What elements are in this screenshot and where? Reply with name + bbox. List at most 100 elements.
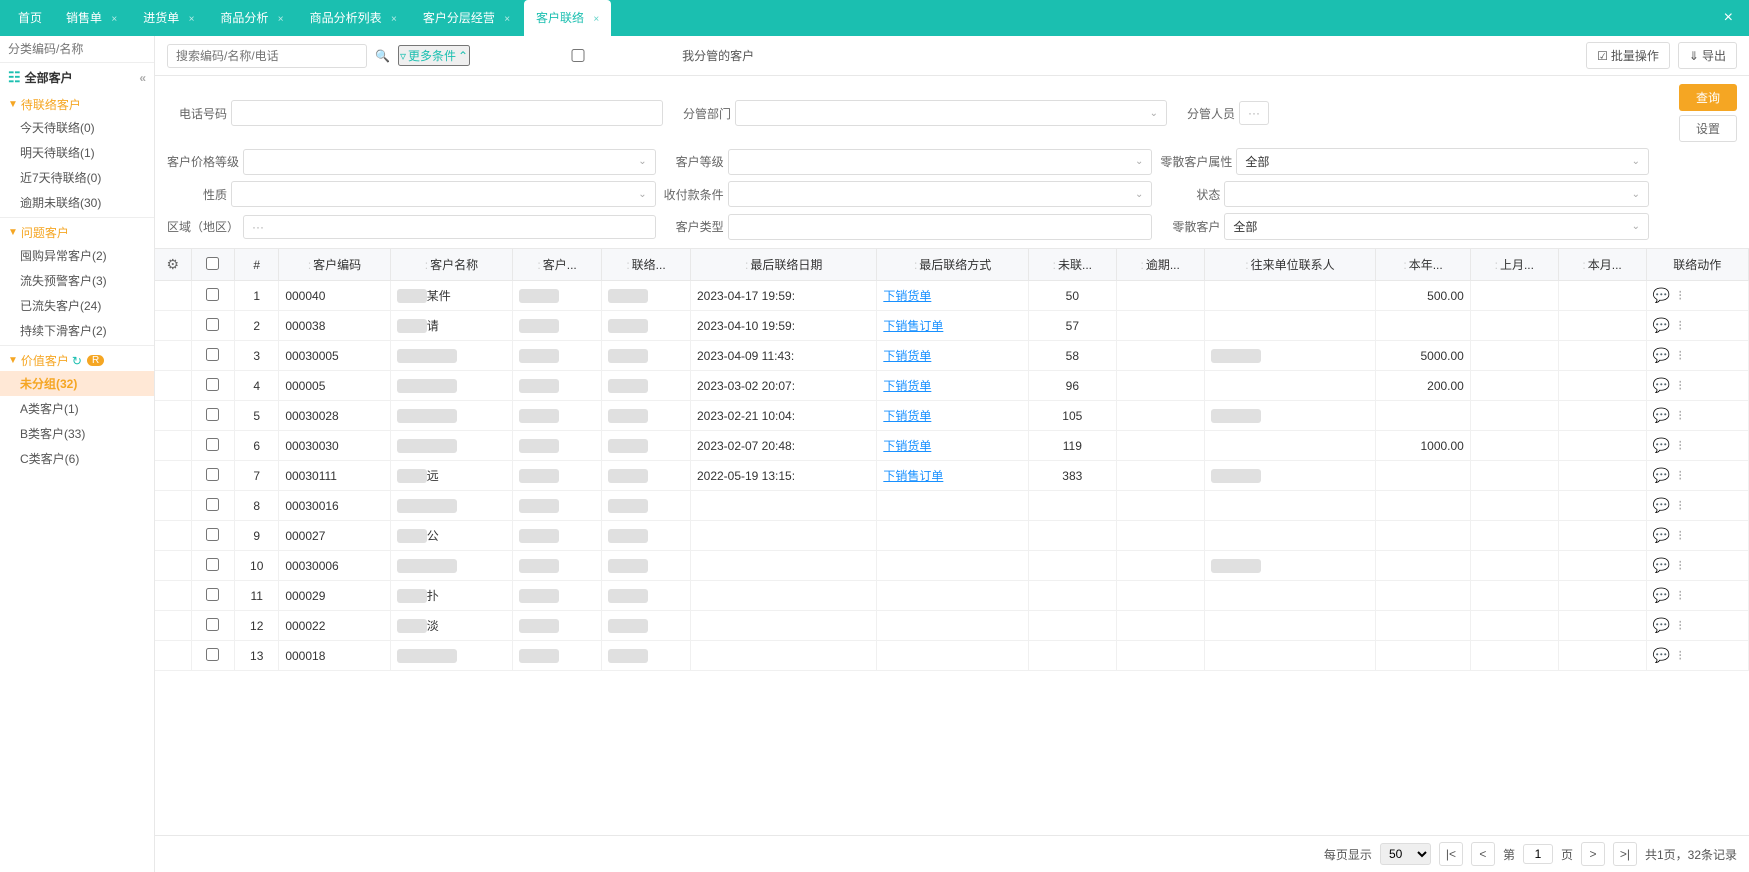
last-way-link[interactable]: 下销货单 <box>883 349 931 363</box>
contact-icon[interactable]: 💬 <box>1653 497 1670 514</box>
contact-icon[interactable]: 💬 <box>1653 377 1670 394</box>
section-problem-customers[interactable]: ▼ 问题客户 <box>0 220 154 243</box>
section-value-customers[interactable]: ▼ 价值客户 ↻ R <box>0 348 154 371</box>
customer-type-input[interactable] <box>728 214 1153 240</box>
export-button[interactable]: ⇓ 导出 <box>1678 42 1737 69</box>
sidebar-item-7days[interactable]: 近7天待联络(0) <box>0 165 154 190</box>
nav-tab-analysis[interactable]: 商品分析 × <box>208 0 295 36</box>
next-page-btn[interactable]: > <box>1581 842 1605 866</box>
manager-dots-btn[interactable]: ··· <box>1239 101 1269 125</box>
global-close-icon[interactable]: × <box>1716 9 1741 27</box>
contact-icon[interactable]: 💬 <box>1653 557 1670 574</box>
batch-op-button[interactable]: ☑ 批量操作 <box>1586 42 1670 69</box>
last-way-link[interactable]: 下销货单 <box>883 409 931 423</box>
row-checkbox[interactable] <box>206 498 219 511</box>
refresh-icon[interactable]: ↻ <box>72 354 82 368</box>
row-checkbox[interactable] <box>206 558 219 571</box>
more-icon[interactable]: ⁝ <box>1678 287 1682 304</box>
nav-tab-customer-seg[interactable]: 客户分层经营 × <box>411 0 522 36</box>
filter-search-icon[interactable]: 🔍 <box>375 49 390 63</box>
close-analysis-icon[interactable]: × <box>278 14 284 25</box>
last-way-link[interactable]: 下销售订单 <box>883 469 943 483</box>
sidebar-item-abnormal[interactable]: 囤购异常客户(2) <box>0 243 154 268</box>
nature-select[interactable]: ⌄ <box>231 181 656 207</box>
payment-select[interactable]: ⌄ <box>728 181 1153 207</box>
my-customers-checkbox-label[interactable]: 我分管的客户 <box>478 47 754 64</box>
area-dots-btn[interactable]: ··· <box>243 215 656 239</box>
sidebar-item-overdue[interactable]: 逾期未联络(30) <box>0 190 154 215</box>
row-checkbox[interactable] <box>206 408 219 421</box>
row-checkbox[interactable] <box>206 618 219 631</box>
contact-icon[interactable]: 💬 <box>1653 647 1670 664</box>
sidebar-item-class-c[interactable]: C类客户(6) <box>0 446 154 471</box>
scattered-attr-select[interactable]: 全部 ⌄ <box>1236 148 1649 175</box>
contact-icon[interactable]: 💬 <box>1653 467 1670 484</box>
all-customers-header[interactable]: ☷ 全部客户 « <box>0 63 154 92</box>
section-pending-contact[interactable]: ▼ 待联络客户 <box>0 92 154 115</box>
phone-input[interactable] <box>231 100 663 126</box>
last-way-link[interactable]: 下销货单 <box>883 289 931 303</box>
more-icon[interactable]: ⁝ <box>1678 377 1682 394</box>
sidebar-item-class-b[interactable]: B类客户(33) <box>0 421 154 446</box>
prev-page-btn[interactable]: < <box>1471 842 1495 866</box>
page-size-select[interactable]: 50 100 200 <box>1380 843 1431 865</box>
row-checkbox[interactable] <box>206 288 219 301</box>
search-input[interactable] <box>167 44 367 68</box>
nav-tab-purchase[interactable]: 进货单 × <box>131 0 206 36</box>
sidebar-item-churned[interactable]: 已流失客户(24) <box>0 293 154 318</box>
close-purchase-icon[interactable]: × <box>189 14 195 25</box>
sidebar-item-class-a[interactable]: A类客户(1) <box>0 396 154 421</box>
more-icon[interactable]: ⁝ <box>1678 317 1682 334</box>
contact-icon[interactable]: 💬 <box>1653 287 1670 304</box>
row-checkbox[interactable] <box>206 588 219 601</box>
close-customer-contact-icon[interactable]: × <box>593 14 599 25</box>
scattered-customer-select[interactable]: 全部 ⌄ <box>1224 213 1649 240</box>
first-page-btn[interactable]: |< <box>1439 842 1463 866</box>
close-customer-seg-icon[interactable]: × <box>504 14 510 25</box>
contact-icon[interactable]: 💬 <box>1653 587 1670 604</box>
sidebar-item-ungroup[interactable]: 未分组(32) <box>0 371 154 396</box>
collapse-icon[interactable]: « <box>139 71 146 85</box>
sidebar-item-today[interactable]: 今天待联络(0) <box>0 115 154 140</box>
more-icon[interactable]: ⁝ <box>1678 407 1682 424</box>
status-select[interactable]: ⌄ <box>1224 181 1649 207</box>
nav-tab-analysis-list[interactable]: 商品分析列表 × <box>298 0 409 36</box>
contact-icon[interactable]: 💬 <box>1653 317 1670 334</box>
contact-icon[interactable]: 💬 <box>1653 527 1670 544</box>
row-checkbox[interactable] <box>206 648 219 661</box>
more-icon[interactable]: ⁝ <box>1678 437 1682 454</box>
nav-tab-sales[interactable]: 销售单 × <box>54 0 129 36</box>
contact-icon[interactable]: 💬 <box>1653 347 1670 364</box>
more-icon[interactable]: ⁝ <box>1678 557 1682 574</box>
sidebar-search-input[interactable] <box>8 42 155 56</box>
close-analysis-list-icon[interactable]: × <box>391 14 397 25</box>
last-way-link[interactable]: 下销货单 <box>883 439 931 453</box>
contact-icon[interactable]: 💬 <box>1653 617 1670 634</box>
row-checkbox[interactable] <box>206 318 219 331</box>
row-checkbox[interactable] <box>206 468 219 481</box>
more-conditions-btn[interactable]: ▿ 更多条件 ⌃ <box>398 45 470 66</box>
row-checkbox[interactable] <box>206 378 219 391</box>
sidebar-item-tomorrow[interactable]: 明天待联络(1) <box>0 140 154 165</box>
last-way-link[interactable]: 下销货单 <box>883 379 931 393</box>
close-sales-icon[interactable]: × <box>111 14 117 25</box>
customer-level-select[interactable]: ⌄ <box>728 149 1153 175</box>
more-icon[interactable]: ⁝ <box>1678 497 1682 514</box>
row-checkbox[interactable] <box>206 438 219 451</box>
more-icon[interactable]: ⁝ <box>1678 467 1682 484</box>
sidebar-item-churn-warn[interactable]: 流失预警客户(3) <box>0 268 154 293</box>
dept-select[interactable]: ⌄ <box>735 100 1167 126</box>
select-all-checkbox[interactable] <box>206 257 219 270</box>
query-button[interactable]: 查询 <box>1679 84 1737 111</box>
reset-button[interactable]: 设置 <box>1679 115 1737 142</box>
th-settings[interactable]: ⚙ <box>155 249 191 281</box>
contact-icon[interactable]: 💬 <box>1653 437 1670 454</box>
more-icon[interactable]: ⁝ <box>1678 347 1682 364</box>
nav-tab-customer-contact[interactable]: 客户联络 × <box>524 0 611 36</box>
contact-icon[interactable]: 💬 <box>1653 407 1670 424</box>
more-icon[interactable]: ⁝ <box>1678 527 1682 544</box>
last-page-btn[interactable]: >| <box>1613 842 1637 866</box>
row-checkbox[interactable] <box>206 528 219 541</box>
more-icon[interactable]: ⁝ <box>1678 647 1682 664</box>
price-level-select[interactable]: ⌄ <box>243 149 656 175</box>
